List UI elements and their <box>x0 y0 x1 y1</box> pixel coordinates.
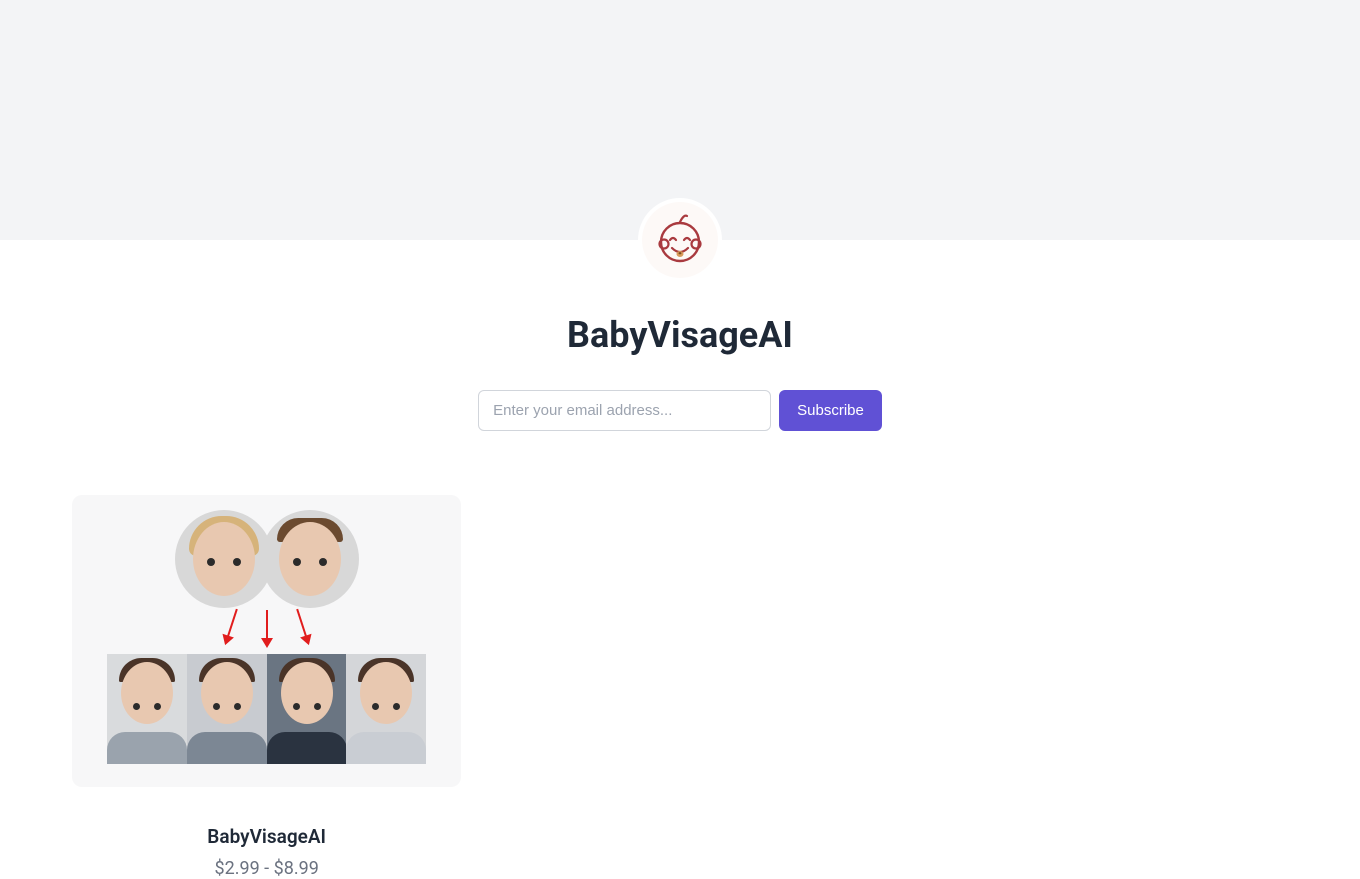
baby-result-2 <box>187 654 267 764</box>
email-input[interactable] <box>478 390 771 431</box>
baby-face-icon <box>642 202 718 278</box>
avatar <box>638 198 722 282</box>
parent-male-photo <box>261 510 359 608</box>
baby-result-1 <box>107 654 187 764</box>
product-title: BabyVisageAI <box>72 825 461 848</box>
product-image <box>72 495 461 787</box>
parent-female-photo <box>175 510 273 608</box>
product-grid: BabyVisageAI $2.99 - $8.99 <box>36 495 1324 879</box>
baby-result-3 <box>267 654 347 764</box>
baby-result-4 <box>346 654 426 764</box>
parents-to-babies-illustration <box>107 510 426 773</box>
subscribe-form: Subscribe <box>0 390 1360 431</box>
product-price: $2.99 - $8.99 <box>72 858 461 879</box>
profile-section: BabyVisageAI Subscribe <box>0 240 1360 431</box>
product-card[interactable]: BabyVisageAI $2.99 - $8.99 <box>72 495 461 879</box>
arrows-down-icon <box>107 610 426 654</box>
subscribe-button[interactable]: Subscribe <box>779 390 882 431</box>
